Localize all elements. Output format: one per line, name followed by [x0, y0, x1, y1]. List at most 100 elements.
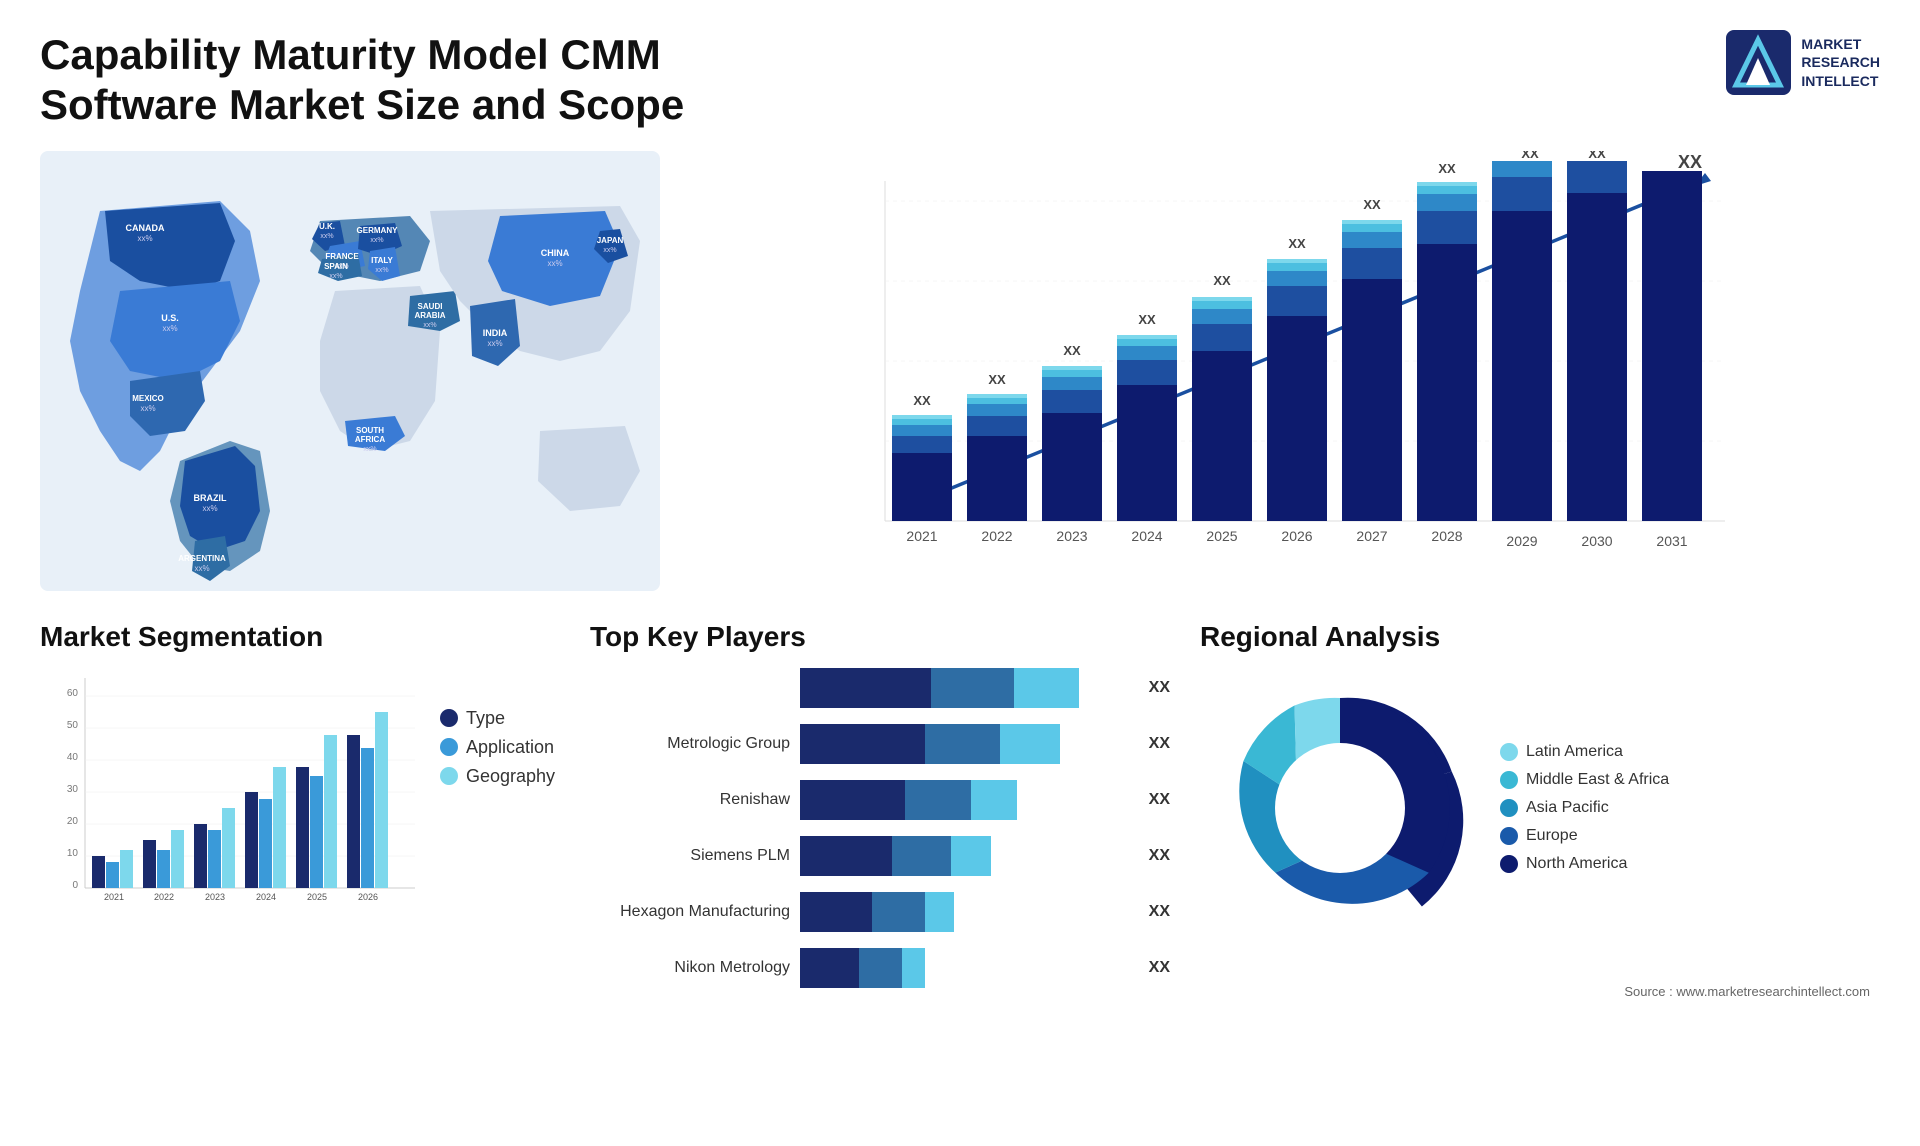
- svg-text:xx%: xx%: [375, 267, 388, 274]
- regional-title: Regional Analysis: [1200, 621, 1880, 653]
- svg-text:SOUTH: SOUTH: [356, 426, 384, 435]
- world-map-svg: CANADA xx% U.S. xx% MEXICO xx% BRAZIL xx…: [40, 151, 660, 591]
- svg-text:XX: XX: [1363, 197, 1381, 212]
- svg-text:30: 30: [67, 784, 79, 795]
- svg-text:U.S.: U.S.: [161, 313, 179, 323]
- svg-text:10: 10: [67, 848, 79, 859]
- svg-text:CANADA: CANADA: [126, 223, 165, 233]
- svg-text:2029: 2029: [1506, 533, 1537, 549]
- svg-text:2031: 2031: [1656, 533, 1687, 549]
- svg-text:xx%: xx%: [194, 564, 209, 573]
- svg-text:XX: XX: [1678, 152, 1702, 172]
- svg-text:xx%: xx%: [140, 404, 155, 413]
- player-bar-3: [800, 836, 1129, 876]
- legend-latin-america: Latin America: [1500, 743, 1669, 761]
- legend-dot-latin-america: [1500, 743, 1518, 761]
- svg-text:xx%: xx%: [370, 237, 383, 244]
- player-value-2: XX: [1149, 791, 1170, 809]
- player-name-4: Hexagon Manufacturing: [590, 903, 790, 921]
- svg-text:2027: 2027: [1356, 528, 1387, 544]
- svg-text:2026: 2026: [358, 892, 378, 902]
- players-bars: XX Metrologic Group XX Renishaw: [590, 668, 1170, 988]
- player-row-2: Renishaw XX: [590, 780, 1170, 820]
- map-container: CANADA xx% U.S. xx% MEXICO xx% BRAZIL xx…: [40, 151, 660, 591]
- legend-dot: [440, 738, 458, 756]
- header: Capability Maturity Model CMM Software M…: [40, 30, 1880, 131]
- legend-dot: [440, 767, 458, 785]
- svg-text:0: 0: [72, 880, 78, 891]
- svg-text:xx%: xx%: [162, 324, 177, 333]
- page-title: Capability Maturity Model CMM Software M…: [40, 30, 740, 131]
- svg-text:ARABIA: ARABIA: [414, 311, 445, 320]
- svg-text:FRANCE: FRANCE: [325, 252, 359, 261]
- svg-text:AFRICA: AFRICA: [355, 435, 385, 444]
- logo-container: MARKET RESEARCH INTELLECT: [1726, 30, 1880, 95]
- svg-text:BRAZIL: BRAZIL: [194, 493, 227, 503]
- legend-label-asia-pacific: Asia Pacific: [1526, 799, 1609, 817]
- svg-text:xx%: xx%: [137, 234, 152, 243]
- page-container: Capability Maturity Model CMM Software M…: [0, 0, 1920, 1146]
- legend-dot-europe: [1500, 827, 1518, 845]
- segmentation-container: Market Segmentation 0 10 20 30 40 50 60: [40, 621, 560, 1004]
- player-row-0: XX: [590, 668, 1170, 708]
- player-name-2: Renishaw: [590, 791, 790, 809]
- svg-text:GERMANY: GERMANY: [357, 226, 399, 235]
- svg-text:xx%: xx%: [363, 446, 376, 453]
- svg-text:xx%: xx%: [547, 259, 562, 268]
- svg-text:xx%: xx%: [603, 247, 616, 254]
- logo-icon: [1726, 30, 1791, 95]
- regional-container: Regional Analysis: [1200, 621, 1880, 1004]
- legend-europe: Europe: [1500, 827, 1669, 845]
- svg-text:2025: 2025: [1206, 528, 1237, 544]
- player-value-4: XX: [1149, 903, 1170, 921]
- svg-text:50: 50: [67, 720, 79, 731]
- svg-text:XX: XX: [1438, 161, 1456, 176]
- segmentation-title: Market Segmentation: [40, 621, 560, 653]
- player-name-3: Siemens PLM: [590, 847, 790, 865]
- svg-text:CHINA: CHINA: [541, 248, 570, 258]
- svg-text:INDIA: INDIA: [483, 328, 508, 338]
- svg-text:MEXICO: MEXICO: [132, 394, 164, 403]
- svg-text:2026: 2026: [1281, 528, 1312, 544]
- svg-text:xx%: xx%: [320, 233, 333, 240]
- logo-text: MARKET RESEARCH INTELLECT: [1801, 35, 1880, 90]
- svg-text:XX: XX: [1063, 343, 1081, 358]
- legend-mea: Middle East & Africa: [1500, 771, 1669, 789]
- bar-chart-main-svg: XX 2021 XX 2022 XX 2023: [690, 151, 1880, 591]
- player-row-1: Metrologic Group XX: [590, 724, 1170, 764]
- svg-text:xx%: xx%: [202, 504, 217, 513]
- svg-text:60: 60: [67, 688, 79, 699]
- svg-text:2030: 2030: [1581, 533, 1612, 549]
- players-container: Top Key Players XX Metrologic Group: [590, 621, 1170, 1004]
- legend-dot-north-america: [1500, 855, 1518, 873]
- regional-legend: Latin America Middle East & Africa Asia …: [1500, 743, 1669, 873]
- svg-text:2022: 2022: [154, 892, 174, 902]
- player-bar-1: [800, 724, 1129, 764]
- svg-text:XX: XX: [988, 372, 1006, 387]
- legend-label-north-america: North America: [1526, 855, 1627, 873]
- svg-text:XX: XX: [1138, 312, 1156, 327]
- source-text: Source : www.marketresearchintellect.com: [1624, 984, 1870, 999]
- svg-text:XX: XX: [913, 393, 931, 408]
- player-name-1: Metrologic Group: [590, 735, 790, 753]
- svg-text:SPAIN: SPAIN: [324, 262, 348, 271]
- legend-label-mea: Middle East & Africa: [1526, 771, 1669, 789]
- seg-legend-item: Application: [440, 737, 555, 758]
- bottom-section: Market Segmentation 0 10 20 30 40 50 60: [40, 621, 1880, 1004]
- seg-legend-item: Type: [440, 708, 555, 729]
- svg-text:2022: 2022: [981, 528, 1012, 544]
- player-bar-5: [800, 948, 1129, 988]
- legend-dot-asia-pacific: [1500, 799, 1518, 817]
- svg-text:XX: XX: [1213, 273, 1231, 288]
- svg-text:ARGENTINA: ARGENTINA: [178, 554, 226, 563]
- svg-text:JAPAN: JAPAN: [597, 236, 624, 245]
- donut-chart-svg: [1200, 668, 1480, 948]
- regional-bottom: Latin America Middle East & Africa Asia …: [1200, 668, 1880, 948]
- player-row-3: Siemens PLM XX: [590, 836, 1170, 876]
- legend-dot: [440, 709, 458, 727]
- svg-text:2021: 2021: [104, 892, 124, 902]
- player-name-5: Nikon Metrology: [590, 959, 790, 977]
- svg-text:2021: 2021: [906, 528, 937, 544]
- player-bar-2: [800, 780, 1129, 820]
- legend-label-latin-america: Latin America: [1526, 743, 1623, 761]
